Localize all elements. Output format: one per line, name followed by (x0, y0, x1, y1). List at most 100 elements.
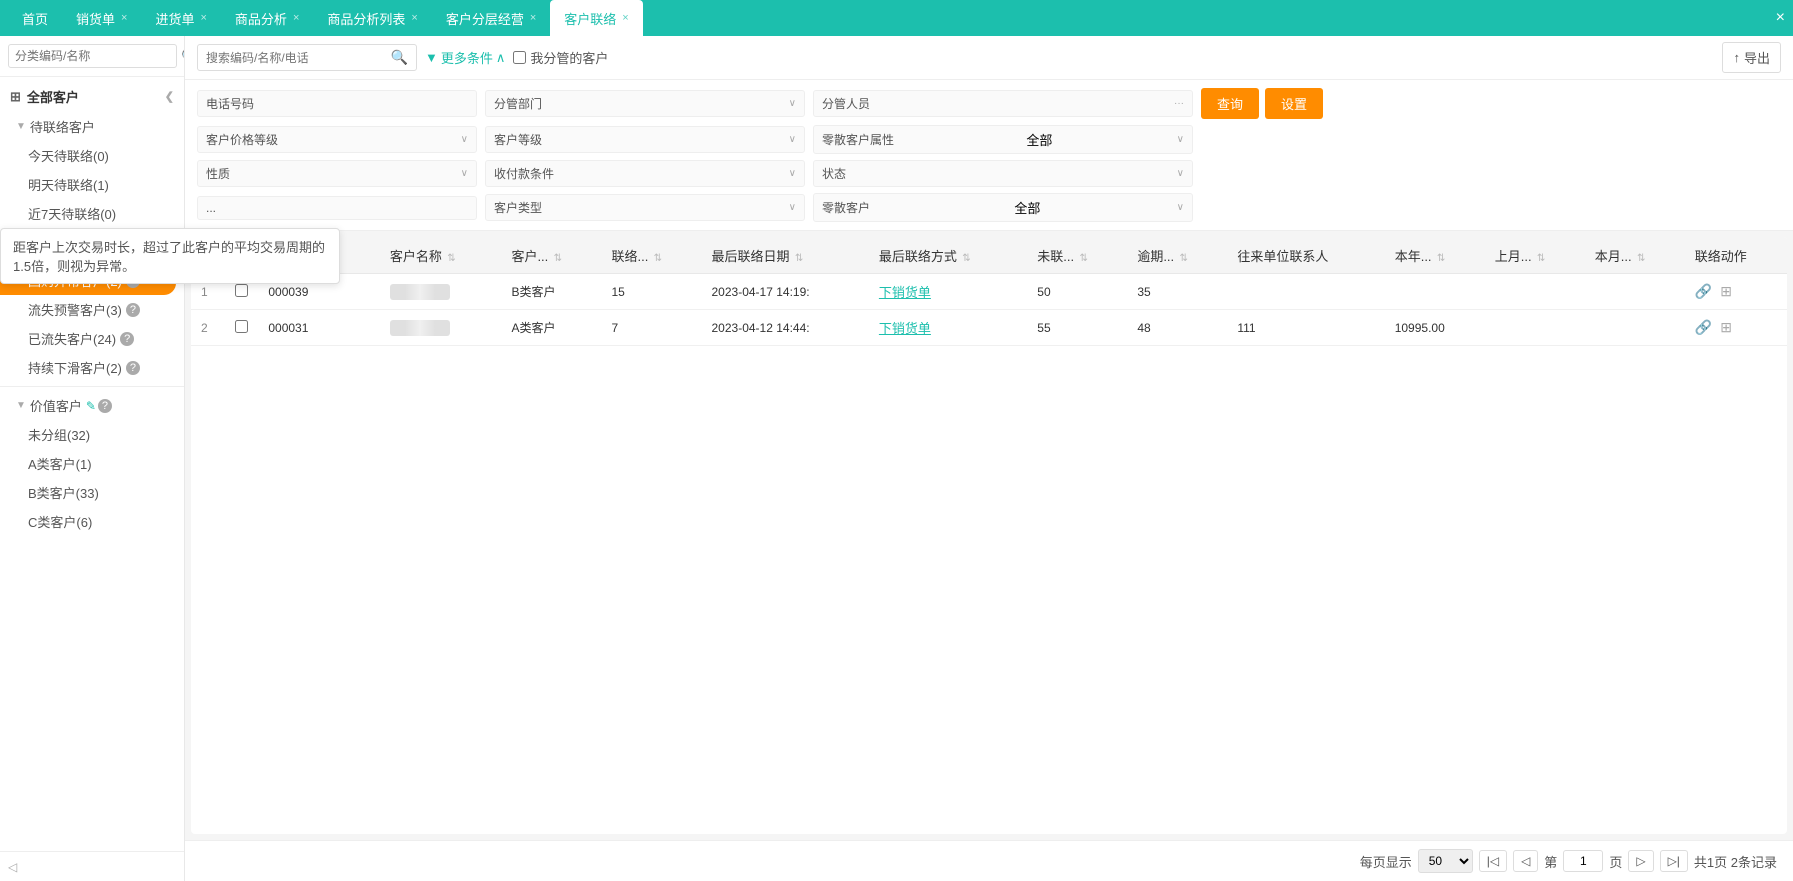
row1-actions: 🔗 ⊞ (1685, 274, 1787, 310)
retail-customer-arrow-icon: ∨ (1177, 202, 1184, 213)
value-customers-edit-icon[interactable]: ✎ (86, 399, 96, 413)
row1-link-icon[interactable]: 🔗 (1695, 283, 1712, 300)
nav-customer-tier-close[interactable]: × (530, 12, 536, 24)
gender-field[interactable]: 性质 ∨ (197, 160, 477, 187)
collapse-sidebar-icon[interactable]: ❮ (165, 90, 174, 103)
grid-icon: ⊞ (10, 89, 21, 105)
row1-action-icons: 🔗 ⊞ (1695, 283, 1777, 300)
row1-grid-icon[interactable]: ⊞ (1720, 283, 1732, 300)
phone-field[interactable]: 电话号码 (197, 90, 477, 117)
price-tier-field[interactable]: 客户价格等级 ∨ (197, 126, 477, 153)
row2-code: 000031 (258, 310, 380, 346)
status-field[interactable]: 状态 ∨ (813, 160, 1193, 187)
nav-analysis[interactable]: 商品分析 × (221, 0, 313, 36)
nav-purchase[interactable]: 进货单 × (141, 0, 220, 36)
nav-purchase-close[interactable]: × (200, 12, 206, 24)
customer-tier-field[interactable]: 客户等级 ∨ (485, 126, 805, 153)
row1-unit-contact (1227, 274, 1384, 310)
retail-customer-field[interactable]: 零散客户 全部 ∨ (813, 193, 1193, 222)
sidebar-tree: ⊞ 全部客户 ❮ ▼ 待联络客户 今天待联络(0) 明天待联络(1) 近7天待联… (0, 77, 184, 851)
nav-customer-contact[interactable]: 客户联络 × (550, 0, 642, 36)
row1-select-checkbox[interactable] (235, 284, 248, 297)
payment-terms-field[interactable]: 收付款条件 ∨ (485, 160, 805, 187)
sidebar-b-tier[interactable]: B类客户(33) (0, 478, 184, 507)
sidebar-a-tier[interactable]: A类客户(1) (0, 449, 184, 478)
row1-last-month (1485, 274, 1585, 310)
window-close-button[interactable]: × (1776, 9, 1785, 27)
sidebar-bottom-nav[interactable]: ◁ (0, 851, 184, 881)
row2-link-icon[interactable]: 🔗 (1695, 319, 1712, 336)
row2-last-month (1485, 310, 1585, 346)
sidebar-all-customers-header[interactable]: ⊞ 全部客户 ❮ (0, 81, 184, 112)
col-no-contact: 未联... ⇅ (1027, 237, 1127, 274)
declining-info-icon[interactable]: ? (126, 361, 140, 375)
sidebar-c-tier[interactable]: C类客户(6) (0, 507, 184, 536)
row2-select-checkbox[interactable] (235, 320, 248, 333)
retail-attr-field[interactable]: 零散客户属性 全部 ∨ (813, 125, 1193, 154)
sort-this-month-icon[interactable]: ⇅ (1637, 253, 1645, 264)
sidebar-already-lost[interactable]: 已流失客户(24) ? (0, 324, 184, 353)
my-customers-checkbox[interactable] (513, 51, 526, 64)
sort-method-icon[interactable]: ⇅ (962, 253, 970, 264)
sort-tier-icon[interactable]: ⇅ (554, 253, 562, 264)
sort-overdue-icon[interactable]: ⇅ (1180, 253, 1188, 264)
customer-type-field[interactable]: 客户类型 ∨ (485, 194, 805, 221)
sort-no-contact-icon[interactable]: ⇅ (1079, 253, 1087, 264)
query-button[interactable]: 查询 (1201, 88, 1259, 119)
nav-customer-contact-close[interactable]: × (622, 12, 628, 24)
col-last-month: 上月... ⇅ (1485, 237, 1585, 274)
nav-sales-close[interactable]: × (121, 12, 127, 24)
page-first-button[interactable]: |◁ (1479, 850, 1507, 872)
search-icon[interactable]: 🔍 (391, 49, 408, 66)
nav-analysis-list-close[interactable]: × (411, 12, 417, 24)
sidebar-declining[interactable]: 持续下滑客户(2) ? (0, 353, 184, 382)
sidebar-tomorrow-pending[interactable]: 明天待联络(1) (0, 170, 184, 199)
row2-grid-icon[interactable]: ⊞ (1720, 319, 1732, 336)
lost-warning-info-icon[interactable]: ? (126, 303, 140, 317)
data-table-container[interactable]: ⚙ 客户编码 ⇅ 客户名称 ⇅ (191, 237, 1787, 834)
nav-analysis-list[interactable]: 商品分析列表 × (313, 0, 431, 36)
row1-last-method[interactable]: 下销货单 (869, 274, 1027, 310)
sidebar-unGrouped[interactable]: 未分组(32) (0, 420, 184, 449)
page-number-input[interactable] (1563, 850, 1603, 872)
nav-home[interactable]: 首页 (8, 0, 62, 36)
page-size-select[interactable]: 50 20 100 (1418, 849, 1473, 873)
col-action: 联络动作 (1685, 237, 1787, 274)
page-prev-button[interactable]: ◁ (1513, 850, 1538, 872)
branch-dept-field[interactable]: 分管部门 ∨ (485, 90, 805, 117)
export-button[interactable]: ↑ 导出 (1722, 42, 1781, 73)
price-tier-arrow-icon: ∨ (461, 134, 468, 145)
row1-this-year (1385, 274, 1485, 310)
search-input[interactable] (206, 51, 391, 65)
sidebar-value-customers-group[interactable]: ▼ 价值客户 ✎ ? (0, 391, 184, 420)
sort-contact-count-icon[interactable]: ⇅ (654, 253, 662, 264)
nav-sales[interactable]: 销货单 × (62, 0, 141, 36)
row2-last-method[interactable]: 下销货单 (869, 310, 1027, 346)
settings-button[interactable]: 设置 (1265, 88, 1323, 119)
more-conditions-button[interactable]: ▼ 更多条件 ∧ (425, 48, 505, 67)
page-next-button[interactable]: ▷ (1628, 850, 1653, 872)
more-field[interactable]: ... (197, 196, 477, 220)
sidebar-week-pending[interactable]: 近7天待联络(0) (0, 199, 184, 228)
sort-name-icon[interactable]: ⇅ (447, 253, 455, 264)
row2-tier: A类客户 (501, 310, 601, 346)
row1-contact-count: 15 (601, 274, 701, 310)
sidebar-pending-contact-group[interactable]: ▼ 待联络客户 (0, 112, 184, 141)
branch-person-field[interactable]: 分管人员 ··· (813, 90, 1193, 117)
customers-table: ⚙ 客户编码 ⇅ 客户名称 ⇅ (191, 237, 1787, 346)
page-last-button[interactable]: ▷| (1660, 850, 1688, 872)
sort-this-year-icon[interactable]: ⇅ (1437, 253, 1445, 264)
sort-date-icon[interactable]: ⇅ (795, 253, 803, 264)
value-customers-info-icon[interactable]: ? (98, 399, 112, 413)
row1-name (380, 274, 502, 310)
nav-customer-tier[interactable]: 客户分层经营 × (432, 0, 550, 36)
sidebar-search-input[interactable] (8, 44, 177, 68)
branch-dept-arrow-icon: ∨ (789, 98, 796, 109)
sidebar-lost-warning[interactable]: 流失预警客户(3) ? (0, 295, 184, 324)
row2-checkbox (225, 310, 258, 346)
sidebar-today-pending[interactable]: 今天待联络(0) (0, 141, 184, 170)
already-lost-info-icon[interactable]: ? (120, 332, 134, 346)
sort-last-month-icon[interactable]: ⇅ (1537, 253, 1545, 264)
nav-analysis-close[interactable]: × (293, 12, 299, 24)
table-row: 2 000031 A类客户 7 2023-04-12 14:44: 下销货单 (191, 310, 1787, 346)
